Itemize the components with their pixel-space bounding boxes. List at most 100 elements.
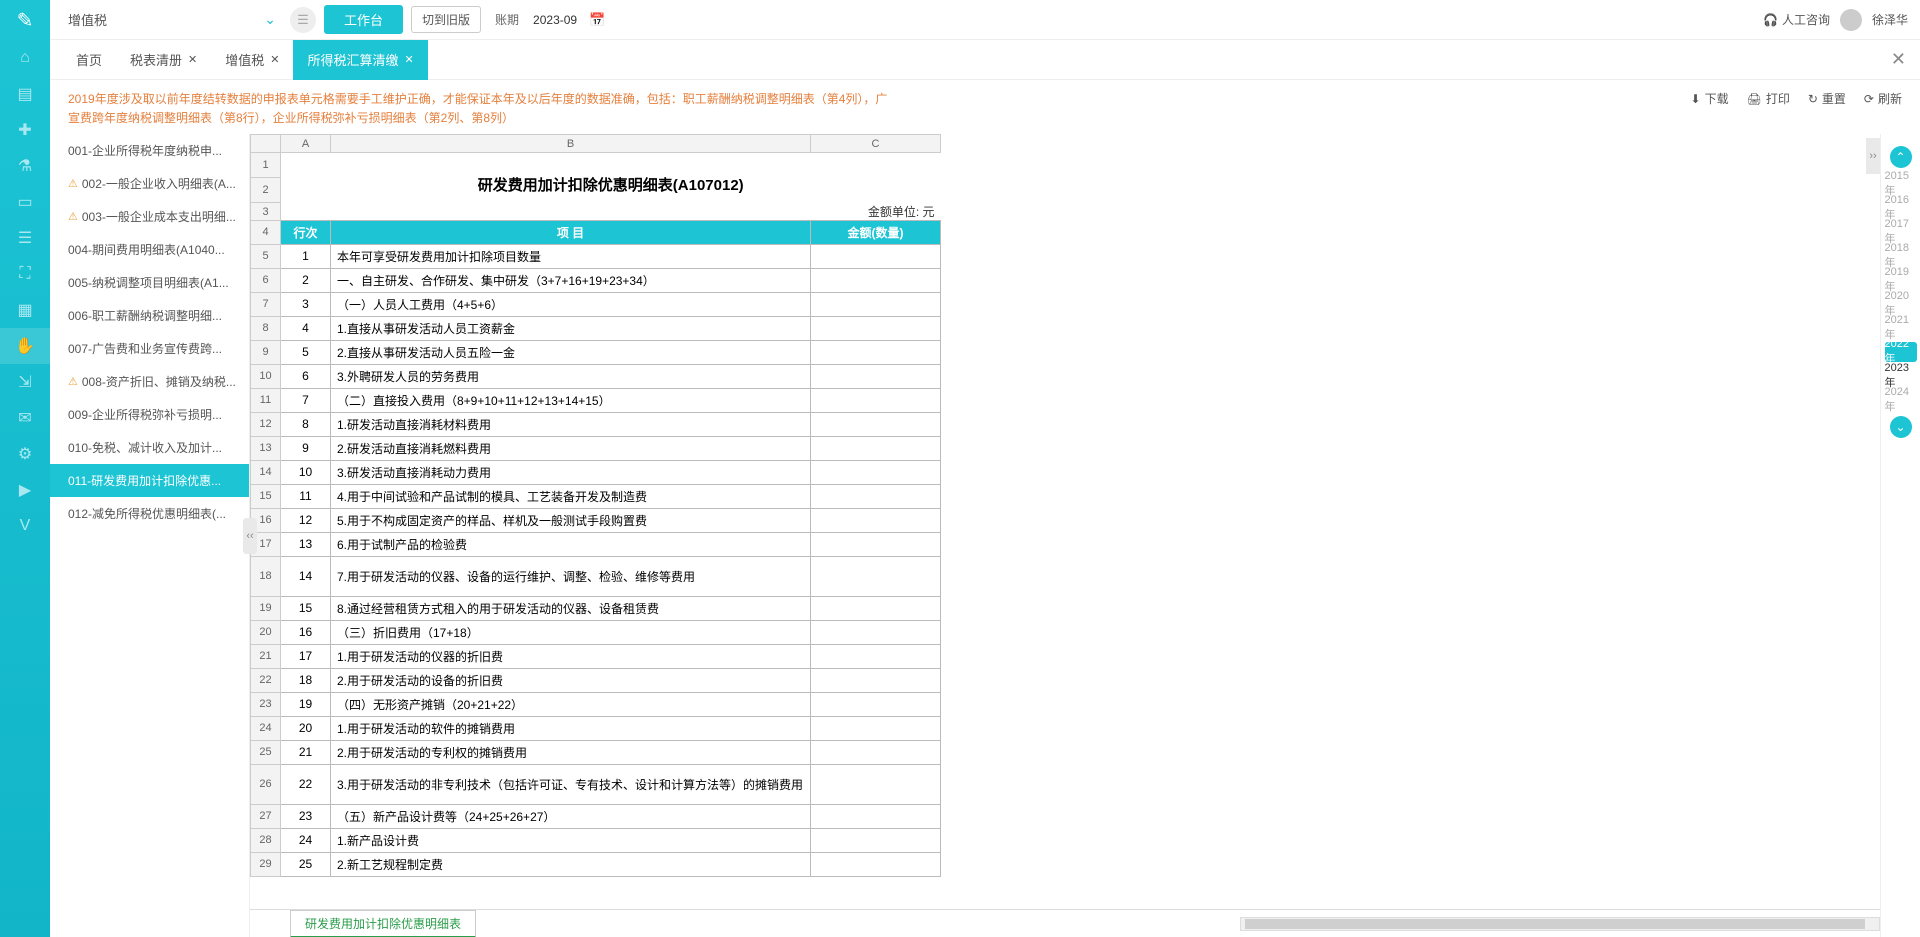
row-header[interactable]: 9 <box>251 340 281 364</box>
cell-rownum[interactable]: 4 <box>281 316 331 340</box>
cell-rownum[interactable]: 6 <box>281 364 331 388</box>
row-header[interactable]: 7 <box>251 292 281 316</box>
cell-rownum[interactable]: 10 <box>281 460 331 484</box>
cell-item[interactable]: 3.外聘研发人员的劳务费用 <box>331 364 811 388</box>
calendar-icon[interactable]: 📅 <box>589 12 605 28</box>
row-header[interactable]: 5 <box>251 244 281 268</box>
year-2021年[interactable]: 2021年 <box>1885 318 1917 338</box>
cell-amount[interactable] <box>811 292 941 316</box>
cell-amount[interactable] <box>811 852 941 876</box>
cell-amount[interactable] <box>811 244 941 268</box>
cell-amount[interactable] <box>811 532 941 556</box>
cell-amount[interactable] <box>811 764 941 804</box>
cell-item[interactable]: 4.用于中间试验和产品试制的模具、工艺装备开发及制造费 <box>331 484 811 508</box>
row-header[interactable]: 1 <box>251 153 281 178</box>
row-header[interactable]: 23 <box>251 692 281 716</box>
row-header[interactable]: 20 <box>251 620 281 644</box>
row-header[interactable]: 21 <box>251 644 281 668</box>
tree-item[interactable]: ⚠002-一般企业收入明细表(A... <box>50 167 249 200</box>
row-header[interactable]: 29 <box>251 852 281 876</box>
print-button[interactable]: 🖨打印 <box>1747 90 1790 107</box>
tree-item[interactable]: 007-广告费和业务宣传费跨... <box>50 332 249 365</box>
scroll-thumb[interactable] <box>1245 919 1865 929</box>
cell-item[interactable]: 1.新产品设计费 <box>331 828 811 852</box>
row-header[interactable]: 14 <box>251 460 281 484</box>
year-2022年[interactable]: 2022年 <box>1885 342 1917 362</box>
cell-item[interactable]: 2.直接从事研发活动人员五险一金 <box>331 340 811 364</box>
cell-item[interactable]: 1.用于研发活动的软件的摊销费用 <box>331 716 811 740</box>
year-2018年[interactable]: 2018年 <box>1885 246 1917 266</box>
row-header[interactable]: 3 <box>251 203 281 221</box>
col-header[interactable]: C <box>811 135 941 153</box>
tree-item[interactable]: 004-期间费用明细表(A1040... <box>50 233 249 266</box>
cell-rownum[interactable]: 16 <box>281 620 331 644</box>
cell-item[interactable]: 1.研发活动直接消耗材料费用 <box>331 412 811 436</box>
year-2019年[interactable]: 2019年 <box>1885 270 1917 290</box>
reset-button[interactable]: ↻重置 <box>1808 90 1846 107</box>
expand-handle[interactable]: ›› <box>1866 138 1880 174</box>
row-header[interactable]: 6 <box>251 268 281 292</box>
tree-item[interactable]: ⚠008-资产折旧、摊销及纳税... <box>50 365 249 398</box>
cell-item[interactable]: 2.研发活动直接消耗燃料费用 <box>331 436 811 460</box>
cell-item[interactable]: 5.用于不构成固定资产的样品、样机及一般测试手段购置费 <box>331 508 811 532</box>
cell-item[interactable]: 2.用于研发活动的设备的折旧费 <box>331 668 811 692</box>
workbench-button[interactable]: 工作台 <box>324 5 403 34</box>
cell-item[interactable]: 8.通过经营租赁方式租入的用于研发活动的仪器、设备租赁费 <box>331 596 811 620</box>
tab-增值税[interactable]: 增值税✕ <box>211 40 293 80</box>
row-header[interactable]: 18 <box>251 556 281 596</box>
cell-amount[interactable] <box>811 716 941 740</box>
nav-inbox-icon[interactable]: ✉ <box>0 400 50 436</box>
row-header[interactable]: 4 <box>251 220 281 244</box>
cell-amount[interactable] <box>811 828 941 852</box>
cell-amount[interactable] <box>811 804 941 828</box>
row-header[interactable]: 27 <box>251 804 281 828</box>
row-header[interactable]: 28 <box>251 828 281 852</box>
cell-rownum[interactable]: 13 <box>281 532 331 556</box>
cell-amount[interactable] <box>811 596 941 620</box>
cell-amount[interactable] <box>811 412 941 436</box>
cell-amount[interactable] <box>811 508 941 532</box>
year-2017年[interactable]: 2017年 <box>1885 222 1917 242</box>
tree-item[interactable]: 010-免税、减计收入及加计... <box>50 431 249 464</box>
close-icon[interactable]: ✕ <box>188 53 197 66</box>
cell-rownum[interactable]: 23 <box>281 804 331 828</box>
col-header[interactable]: A <box>281 135 331 153</box>
nav-settings-icon[interactable]: ⚙ <box>0 436 50 472</box>
cell-amount[interactable] <box>811 692 941 716</box>
h-scrollbar[interactable] <box>1240 917 1880 931</box>
collapse-handle[interactable]: ‹‹ <box>243 518 257 554</box>
tab-所得税汇算清缴[interactable]: 所得税汇算清缴✕ <box>293 40 427 80</box>
nav-export-icon[interactable]: ⇲ <box>0 364 50 400</box>
download-button[interactable]: ⬇下载 <box>1691 90 1729 107</box>
doc-icon[interactable]: ☰ <box>290 7 316 33</box>
switch-old-button[interactable]: 切到旧版 <box>411 6 481 33</box>
cell-rownum[interactable]: 11 <box>281 484 331 508</box>
tree-item[interactable]: ⚠003-一般企业成本支出明细... <box>50 200 249 233</box>
row-header[interactable]: 13 <box>251 436 281 460</box>
year-2024年[interactable]: 2024年 <box>1885 390 1917 410</box>
cell-rownum[interactable]: 5 <box>281 340 331 364</box>
cell-rownum[interactable]: 1 <box>281 244 331 268</box>
cell-item[interactable]: 2.新工艺规程制定费 <box>331 852 811 876</box>
nav-calendar-icon[interactable]: ▦ <box>0 292 50 328</box>
cell-rownum[interactable]: 15 <box>281 596 331 620</box>
consult-link[interactable]: 🎧 人工咨询 <box>1763 11 1830 28</box>
close-icon[interactable]: ✕ <box>270 53 279 66</box>
close-icon[interactable]: ✕ <box>405 53 414 66</box>
cell-item[interactable]: （四）无形资产摊销（20+21+22） <box>331 692 811 716</box>
year-2016年[interactable]: 2016年 <box>1885 198 1917 218</box>
row-header[interactable]: 11 <box>251 388 281 412</box>
tab-首页[interactable]: 首页 <box>62 40 116 80</box>
cell-amount[interactable] <box>811 388 941 412</box>
row-header[interactable]: 8 <box>251 316 281 340</box>
year-2020年[interactable]: 2020年 <box>1885 294 1917 314</box>
row-header[interactable]: 10 <box>251 364 281 388</box>
cell-rownum[interactable]: 18 <box>281 668 331 692</box>
cell-amount[interactable] <box>811 340 941 364</box>
nav-bag-icon[interactable]: ⚗ <box>0 148 50 184</box>
cell-item[interactable]: 1.直接从事研发活动人员工资薪金 <box>331 316 811 340</box>
cell-rownum[interactable]: 9 <box>281 436 331 460</box>
year-up-icon[interactable]: ⌃ <box>1890 146 1912 168</box>
cell-rownum[interactable]: 3 <box>281 292 331 316</box>
cell-rownum[interactable]: 24 <box>281 828 331 852</box>
